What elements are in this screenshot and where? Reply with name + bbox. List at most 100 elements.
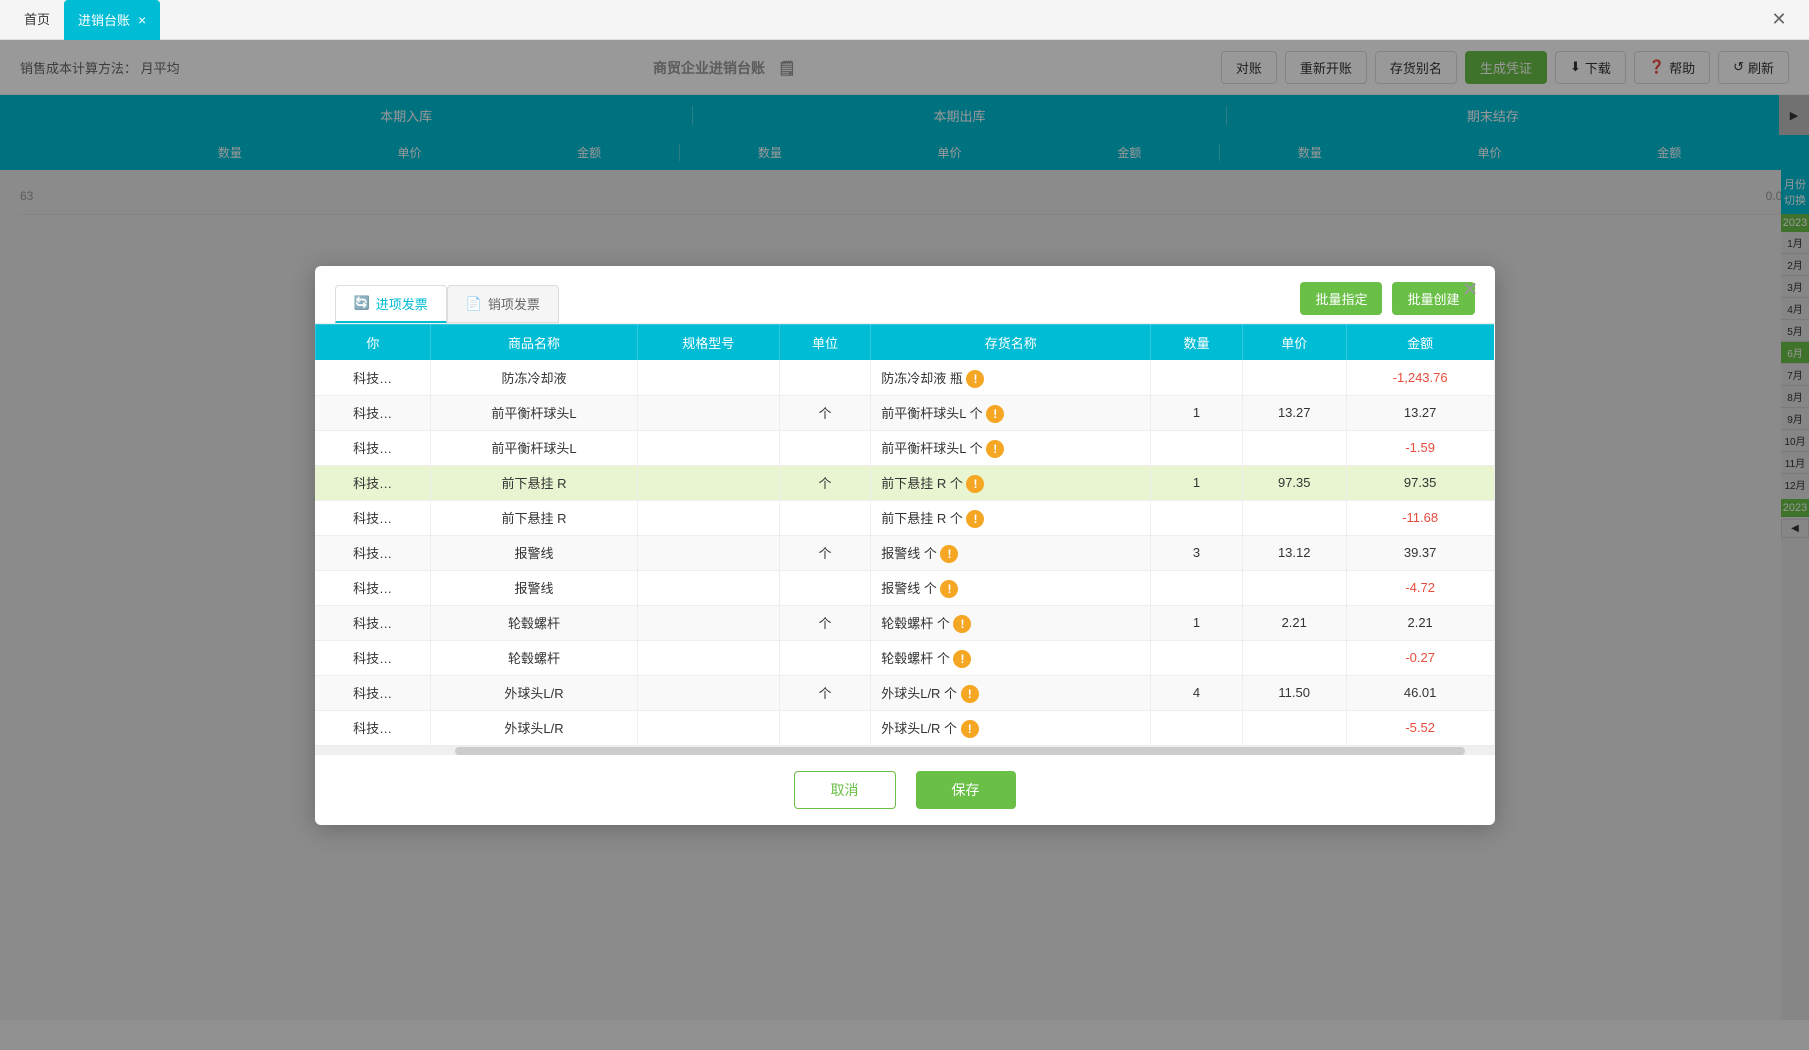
inventory-name: 外球头L/R 个 xyxy=(881,686,957,701)
cell-amount: -11.68 xyxy=(1346,500,1494,535)
cell-inventory: 前下悬挂 R 个 ! xyxy=(871,465,1151,500)
home-tab[interactable]: 首页 xyxy=(10,0,64,40)
table-row[interactable]: 科技…外球头L/R个外球头L/R 个 !411.5046.01 xyxy=(315,675,1494,710)
cell-spec xyxy=(637,430,779,465)
col-unit-price: 单价 xyxy=(1242,324,1346,360)
table-row[interactable]: 科技…轮毂螺杆个轮毂螺杆 个 !12.212.21 xyxy=(315,605,1494,640)
cell-amount: -1.59 xyxy=(1346,430,1494,465)
dialog-footer: 取消 保存 xyxy=(315,754,1495,825)
cell-quantity xyxy=(1151,710,1242,745)
main-content: 销售成本计算方法： 月平均 商贸企业进销台账 🗒 对账 重新开账 存货别名 生成… xyxy=(0,40,1809,1050)
table-row[interactable]: 科技…外球头L/R外球头L/R 个 !-5.52 xyxy=(315,710,1494,745)
cell-product-name: 轮毂螺杆 xyxy=(431,640,638,675)
cell-amount: -0.27 xyxy=(1346,640,1494,675)
cell-spec xyxy=(637,710,779,745)
table-row[interactable]: 科技…报警线报警线 个 !-4.72 xyxy=(315,570,1494,605)
cell-unit-price xyxy=(1242,430,1346,465)
cell-company: 科技… xyxy=(315,675,431,710)
table-row[interactable]: 科技…前平衡杆球头L个前平衡杆球头L 个 !113.2713.27 xyxy=(315,395,1494,430)
cell-spec xyxy=(637,465,779,500)
cell-unit xyxy=(779,500,870,535)
cell-amount: 97.35 xyxy=(1346,465,1494,500)
tab-inbound-invoice[interactable]: 🔄 进项发票 xyxy=(335,285,447,323)
cell-product-name: 轮毂螺杆 xyxy=(431,605,638,640)
cell-unit-price: 11.50 xyxy=(1242,675,1346,710)
cell-unit-price xyxy=(1242,710,1346,745)
dialog-header-actions: 批量指定 批量创建 xyxy=(1300,282,1474,323)
cell-unit: 个 xyxy=(779,675,870,710)
cell-inventory: 报警线 个 ! xyxy=(871,535,1151,570)
cell-quantity xyxy=(1151,640,1242,675)
table-row[interactable]: 科技…前平衡杆球头L前平衡杆球头L 个 !-1.59 xyxy=(315,430,1494,465)
cell-unit: 个 xyxy=(779,395,870,430)
horizontal-scrollbar[interactable] xyxy=(315,746,1495,754)
inbound-tab-label: 进项发票 xyxy=(376,294,428,313)
cell-company: 科技… xyxy=(315,395,431,430)
cell-product-name: 报警线 xyxy=(431,570,638,605)
cell-spec xyxy=(637,675,779,710)
save-button[interactable]: 保存 xyxy=(916,771,1016,809)
dialog-tabs: 🔄 进项发票 📄 销项发票 xyxy=(335,285,559,323)
cell-quantity: 4 xyxy=(1151,675,1242,710)
cell-inventory: 外球头L/R 个 ! xyxy=(871,710,1151,745)
cell-company: 科技… xyxy=(315,500,431,535)
active-tab[interactable]: 进销台账 × xyxy=(64,0,160,40)
col-company: 你 xyxy=(315,324,431,360)
scrollbar-thumb[interactable] xyxy=(455,747,1465,755)
outbound-tab-icon: 📄 xyxy=(466,296,482,312)
dialog-table: 你 商品名称 规格型号 单位 存货名称 数量 单价 金额 科技…防冻冷却液防冻冷… xyxy=(315,324,1495,746)
tab-close-icon[interactable]: × xyxy=(138,12,146,28)
inventory-name: 轮毂螺杆 个 xyxy=(881,616,950,631)
cell-company: 科技… xyxy=(315,535,431,570)
table-row[interactable]: 科技…防冻冷却液防冻冷却液 瓶 !-1,243.76 xyxy=(315,360,1494,395)
cell-product-name: 外球头L/R xyxy=(431,710,638,745)
cell-spec xyxy=(637,535,779,570)
table-row[interactable]: 科技…报警线个报警线 个 !313.1239.37 xyxy=(315,535,1494,570)
cell-amount: 39.37 xyxy=(1346,535,1494,570)
cell-inventory: 轮毂螺杆 个 ! xyxy=(871,640,1151,675)
cell-product-name: 前平衡杆球头L xyxy=(431,395,638,430)
col-quantity: 数量 xyxy=(1151,324,1242,360)
warning-icon: ! xyxy=(966,475,984,493)
active-tab-label: 进销台账 xyxy=(78,10,130,29)
dialog-container: 🔄 进项发票 📄 销项发票 批量指定 批量创建 ✕ xyxy=(315,266,1495,825)
cell-quantity: 1 xyxy=(1151,605,1242,640)
inventory-name: 前下悬挂 R 个 xyxy=(881,511,963,526)
cell-spec xyxy=(637,360,779,395)
dialog-table-scroll[interactable]: 你 商品名称 规格型号 单位 存货名称 数量 单价 金额 科技…防冻冷却液防冻冷… xyxy=(315,324,1495,746)
cell-unit xyxy=(779,640,870,675)
cancel-button[interactable]: 取消 xyxy=(794,771,896,809)
inventory-name: 报警线 个 xyxy=(881,581,937,596)
cell-unit: 个 xyxy=(779,605,870,640)
table-row[interactable]: 科技…前下悬挂 R个前下悬挂 R 个 !197.3597.35 xyxy=(315,465,1494,500)
cell-unit xyxy=(779,710,870,745)
table-row[interactable]: 科技…轮毂螺杆轮毂螺杆 个 !-0.27 xyxy=(315,640,1494,675)
cell-unit-price xyxy=(1242,500,1346,535)
cell-product-name: 前平衡杆球头L xyxy=(431,430,638,465)
cell-spec xyxy=(637,605,779,640)
cell-unit-price: 13.12 xyxy=(1242,535,1346,570)
warning-icon: ! xyxy=(940,580,958,598)
warning-icon: ! xyxy=(986,440,1004,458)
window-close-button[interactable]: ✕ xyxy=(1759,0,1799,40)
warning-icon: ! xyxy=(966,510,984,528)
cell-inventory: 外球头L/R 个 ! xyxy=(871,675,1151,710)
tab-outbound-invoice[interactable]: 📄 销项发票 xyxy=(447,285,559,323)
dialog-close-button[interactable]: ✕ xyxy=(1462,280,1479,300)
table-row[interactable]: 科技…前下悬挂 R前下悬挂 R 个 !-11.68 xyxy=(315,500,1494,535)
col-unit: 单位 xyxy=(779,324,870,360)
cell-company: 科技… xyxy=(315,605,431,640)
batch-assign-button[interactable]: 批量指定 xyxy=(1300,282,1382,315)
cell-unit xyxy=(779,430,870,465)
top-navigation: 首页 进销台账 × ✕ xyxy=(0,0,1809,40)
warning-icon: ! xyxy=(961,685,979,703)
cell-unit-price xyxy=(1242,640,1346,675)
cell-amount: 2.21 xyxy=(1346,605,1494,640)
warning-icon: ! xyxy=(953,650,971,668)
cell-quantity xyxy=(1151,360,1242,395)
cell-unit: 个 xyxy=(779,465,870,500)
cell-product-name: 报警线 xyxy=(431,535,638,570)
cell-quantity: 1 xyxy=(1151,395,1242,430)
cell-quantity xyxy=(1151,500,1242,535)
cell-spec xyxy=(637,395,779,430)
